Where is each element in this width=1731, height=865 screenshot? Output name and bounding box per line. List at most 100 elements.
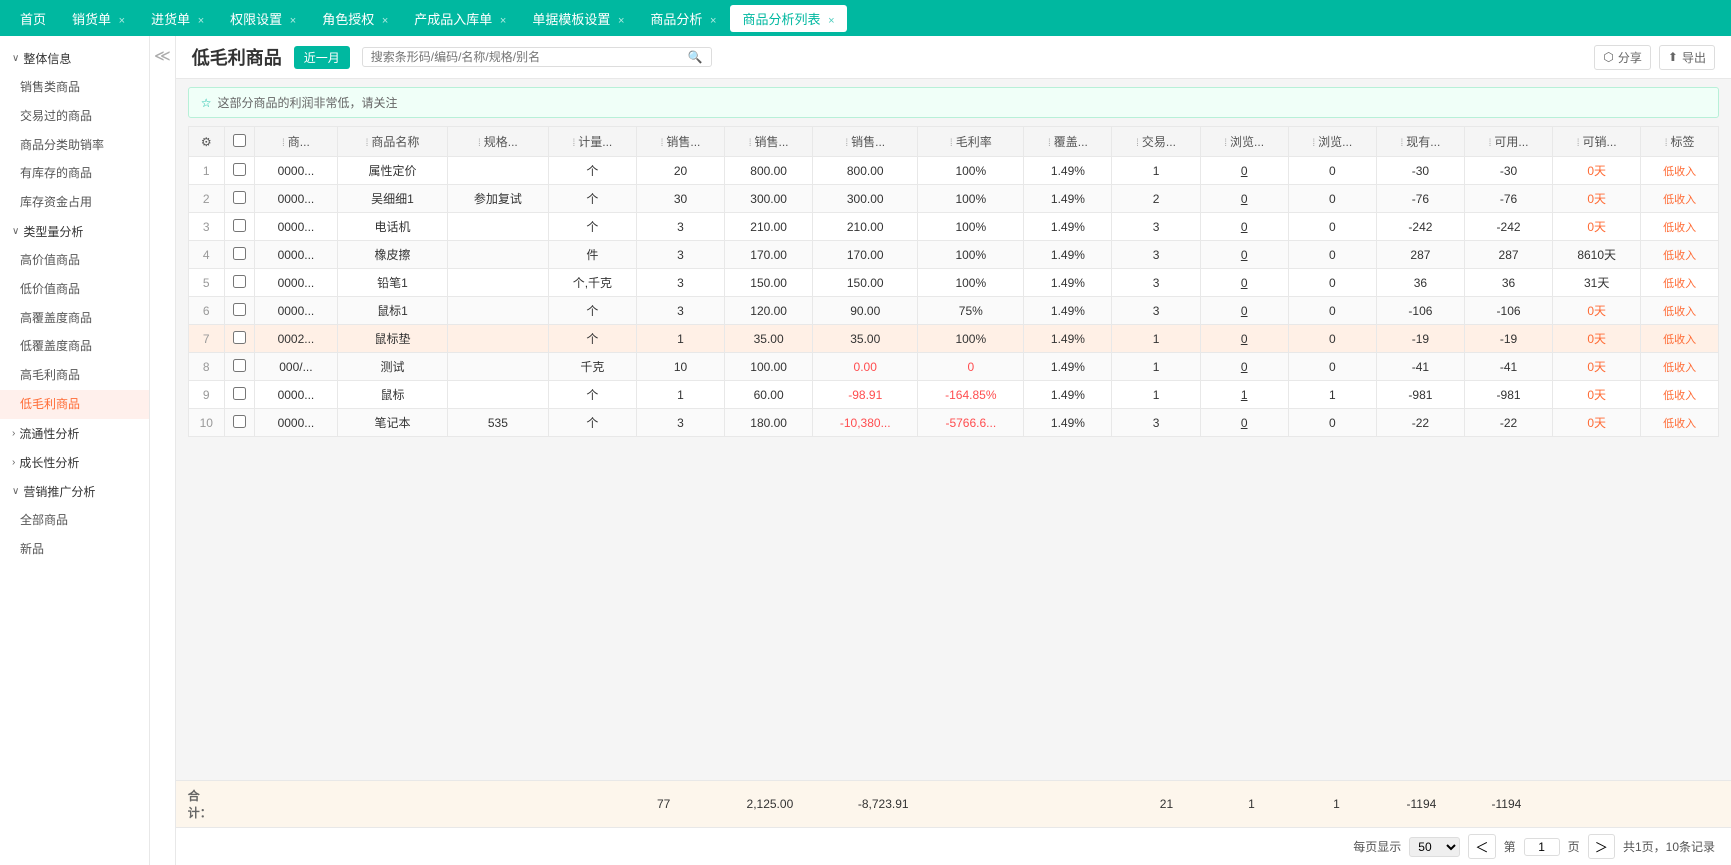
sidebar-item-high-coverage[interactable]: 高覆盖度商品	[0, 304, 149, 333]
row-checkbox-cell[interactable]	[224, 269, 254, 297]
next-page-button[interactable]: ＞	[1588, 834, 1615, 859]
per-page-select[interactable]: 50 100 200	[1409, 837, 1460, 857]
row-checkbox-cell[interactable]	[224, 325, 254, 353]
row-browse1[interactable]: 0	[1200, 213, 1288, 241]
col-browse1-header[interactable]: ⁞浏览...	[1200, 127, 1288, 157]
close-icon[interactable]: ×	[618, 15, 624, 27]
row-browse1[interactable]: 0	[1200, 185, 1288, 213]
sidebar-collapse-button[interactable]: ≪	[150, 36, 175, 76]
row-checkbox-cell[interactable]	[224, 353, 254, 381]
select-all-checkbox[interactable]	[233, 134, 246, 147]
nav-home[interactable]: 首页	[8, 5, 58, 32]
row-browse1[interactable]: 0	[1200, 241, 1288, 269]
date-filter-button[interactable]: 近一月	[294, 46, 350, 69]
nav-product-analysis-list[interactable]: 商品分析列表 ×	[730, 5, 846, 32]
sidebar-item-low-value[interactable]: 低价值商品	[0, 275, 149, 304]
sidebar-item-high-value[interactable]: 高价值商品	[0, 246, 149, 275]
row-checkbox-cell[interactable]	[224, 381, 254, 409]
row-name[interactable]: 鼠标	[338, 381, 448, 409]
row-name[interactable]: 电话机	[338, 213, 448, 241]
row-browse1[interactable]: 1	[1200, 381, 1288, 409]
nav-product-entry[interactable]: 产成品入库单 ×	[402, 5, 518, 32]
page-input[interactable]	[1524, 838, 1560, 856]
sidebar-group-overall[interactable]: ∨ 整体信息	[0, 44, 149, 73]
col-available-header[interactable]: ⁞可用...	[1464, 127, 1552, 157]
col-browse2-header[interactable]: ⁞浏览...	[1288, 127, 1376, 157]
col-unit-header[interactable]: ⁞计量...	[548, 127, 636, 157]
row-checkbox[interactable]	[233, 275, 246, 288]
row-checkbox[interactable]	[233, 303, 246, 316]
row-checkbox[interactable]	[233, 247, 246, 260]
row-browse1[interactable]: 0	[1200, 297, 1288, 325]
col-spec-header[interactable]: ⁞规格...	[447, 127, 548, 157]
row-checkbox-cell[interactable]	[224, 409, 254, 437]
row-checkbox-cell[interactable]	[224, 157, 254, 185]
col-sales-price-header[interactable]: ⁞销售...	[725, 127, 813, 157]
search-icon[interactable]: 🔍	[688, 50, 703, 64]
row-checkbox[interactable]	[233, 163, 246, 176]
row-browse1[interactable]: 0	[1200, 353, 1288, 381]
row-checkbox-cell[interactable]	[224, 297, 254, 325]
row-browse1[interactable]: 0	[1200, 157, 1288, 185]
col-coverage-header[interactable]: ⁞覆盖...	[1024, 127, 1112, 157]
col-settings[interactable]: ⚙	[188, 127, 224, 157]
share-button[interactable]: ⬡ 分享	[1594, 45, 1651, 70]
row-name[interactable]: 吴细细1	[338, 185, 448, 213]
row-checkbox[interactable]	[233, 191, 246, 204]
col-name-header[interactable]: ⁞商品名称	[338, 127, 448, 157]
nav-sales-order[interactable]: 销货单 ×	[60, 5, 137, 32]
nav-permission-settings[interactable]: 权限设置 ×	[218, 5, 308, 32]
nav-product-analysis[interactable]: 商品分析 ×	[638, 5, 728, 32]
col-current-stock-header[interactable]: ⁞现有...	[1376, 127, 1464, 157]
row-checkbox[interactable]	[233, 387, 246, 400]
close-icon[interactable]: ×	[710, 15, 716, 27]
col-sales-qty-header[interactable]: ⁞销售...	[636, 127, 724, 157]
row-name[interactable]: 测试	[338, 353, 448, 381]
nav-template-settings[interactable]: 单据模板设置 ×	[520, 5, 636, 32]
col-gross-rate-header[interactable]: ⁞毛利率	[918, 127, 1024, 157]
settings-icon[interactable]: ⚙	[201, 135, 212, 149]
row-name[interactable]: 鼠标垫	[338, 325, 448, 353]
sidebar-group-marketing[interactable]: ∨ 营销推广分析	[0, 477, 149, 506]
sidebar-item-low-margin[interactable]: 低毛利商品	[0, 390, 149, 419]
row-checkbox-cell[interactable]	[224, 241, 254, 269]
row-name[interactable]: 橡皮擦	[338, 241, 448, 269]
sidebar-group-type-analysis[interactable]: ∨ 类型量分析	[0, 217, 149, 246]
col-code-header[interactable]: ⁞商...	[254, 127, 337, 157]
col-tag-header[interactable]: ⁞标签	[1641, 127, 1719, 157]
row-checkbox[interactable]	[233, 359, 246, 372]
export-button[interactable]: ⬆ 导出	[1659, 45, 1715, 70]
sidebar-item-all-products[interactable]: 全部商品	[0, 506, 149, 535]
sidebar-group-flow[interactable]: › 流通性分析	[0, 419, 149, 448]
row-browse1[interactable]: 0	[1200, 409, 1288, 437]
sidebar-item-traded-goods[interactable]: 交易过的商品	[0, 102, 149, 131]
sidebar-item-category-rate[interactable]: 商品分类助销率	[0, 131, 149, 160]
row-browse1[interactable]: 0	[1200, 269, 1288, 297]
close-icon[interactable]: ×	[382, 15, 388, 27]
sidebar-item-high-margin[interactable]: 高毛利商品	[0, 361, 149, 390]
close-icon[interactable]: ×	[119, 15, 125, 27]
row-name[interactable]: 属性定价	[338, 157, 448, 185]
col-trade-header[interactable]: ⁞交易...	[1112, 127, 1200, 157]
sidebar-item-in-stock[interactable]: 有库存的商品	[0, 159, 149, 188]
col-sales-profit-header[interactable]: ⁞销售...	[813, 127, 918, 157]
close-icon[interactable]: ×	[828, 15, 834, 27]
close-icon[interactable]: ×	[198, 15, 204, 27]
close-icon[interactable]: ×	[290, 15, 296, 27]
row-checkbox[interactable]	[233, 331, 246, 344]
row-browse1[interactable]: 0	[1200, 325, 1288, 353]
nav-purchase-order[interactable]: 进货单 ×	[139, 5, 216, 32]
nav-role-auth[interactable]: 角色授权 ×	[310, 5, 400, 32]
row-checkbox-cell[interactable]	[224, 185, 254, 213]
sidebar-item-low-coverage[interactable]: 低覆盖度商品	[0, 332, 149, 361]
prev-page-button[interactable]: ＜	[1468, 834, 1495, 859]
sidebar-item-sales-goods[interactable]: 销售类商品	[0, 73, 149, 102]
close-icon[interactable]: ×	[500, 15, 506, 27]
row-name[interactable]: 笔记本	[338, 409, 448, 437]
sidebar-item-new-products[interactable]: 新品	[0, 535, 149, 564]
col-saleable-header[interactable]: ⁞可销...	[1553, 127, 1641, 157]
col-checkbox-header[interactable]	[224, 127, 254, 157]
row-checkbox[interactable]	[233, 219, 246, 232]
row-checkbox-cell[interactable]	[224, 213, 254, 241]
row-name[interactable]: 鼠标1	[338, 297, 448, 325]
